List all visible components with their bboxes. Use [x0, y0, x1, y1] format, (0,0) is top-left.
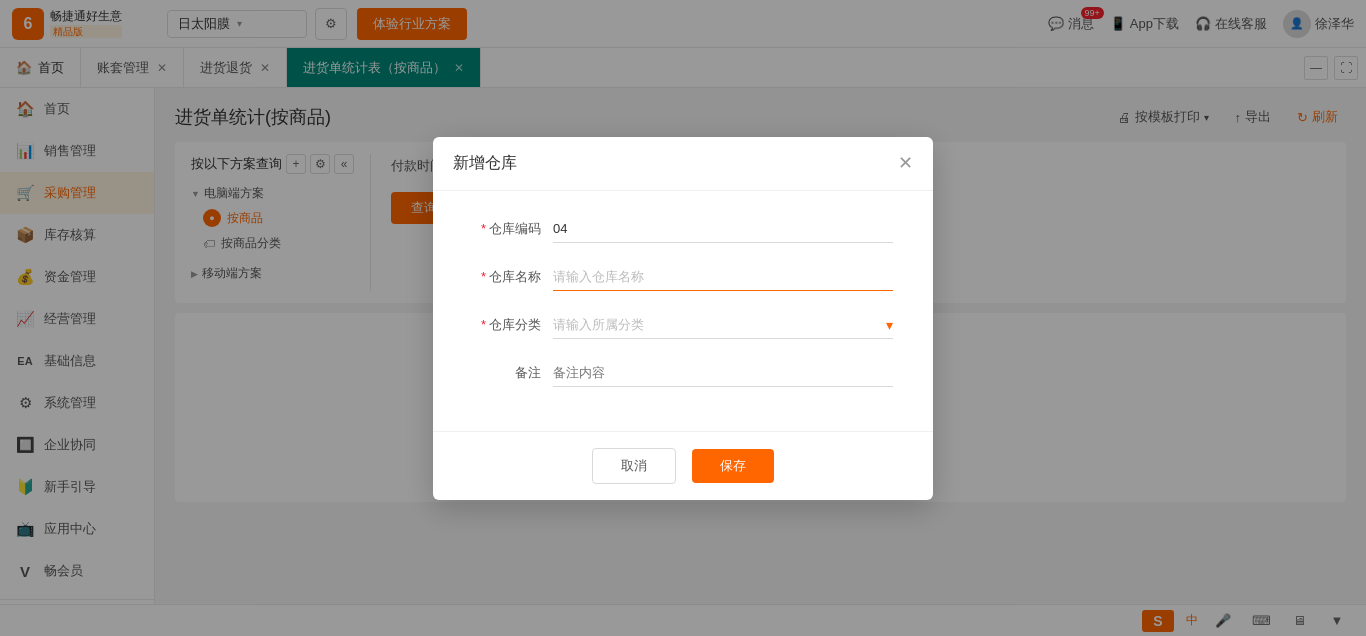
- modal-header: 新增仓库 ✕: [433, 137, 933, 191]
- form-row-note: 备注: [473, 359, 893, 387]
- name-input[interactable]: [553, 263, 893, 291]
- modal-title: 新增仓库: [453, 153, 517, 174]
- modal-close-button[interactable]: ✕: [898, 154, 913, 172]
- category-select[interactable]: 请输入所属分类: [553, 311, 893, 339]
- category-label: 仓库分类: [473, 316, 553, 334]
- cancel-button[interactable]: 取消: [592, 448, 676, 484]
- code-input[interactable]: [553, 215, 893, 243]
- save-button[interactable]: 保存: [692, 449, 774, 483]
- modal-new-warehouse: 新增仓库 ✕ 仓库编码 仓库名称 仓库分类 请输入所属分类 ▾: [433, 137, 933, 500]
- modal-overlay[interactable]: 新增仓库 ✕ 仓库编码 仓库名称 仓库分类 请输入所属分类 ▾: [0, 0, 1366, 636]
- modal-body: 仓库编码 仓库名称 仓库分类 请输入所属分类 ▾ 备注: [433, 191, 933, 431]
- note-input[interactable]: [553, 359, 893, 387]
- name-label: 仓库名称: [473, 268, 553, 286]
- category-select-wrap: 请输入所属分类 ▾: [553, 311, 893, 339]
- note-label: 备注: [473, 364, 553, 382]
- modal-footer: 取消 保存: [433, 431, 933, 500]
- form-row-name: 仓库名称: [473, 263, 893, 291]
- form-row-category: 仓库分类 请输入所属分类 ▾: [473, 311, 893, 339]
- code-label: 仓库编码: [473, 220, 553, 238]
- form-row-code: 仓库编码: [473, 215, 893, 243]
